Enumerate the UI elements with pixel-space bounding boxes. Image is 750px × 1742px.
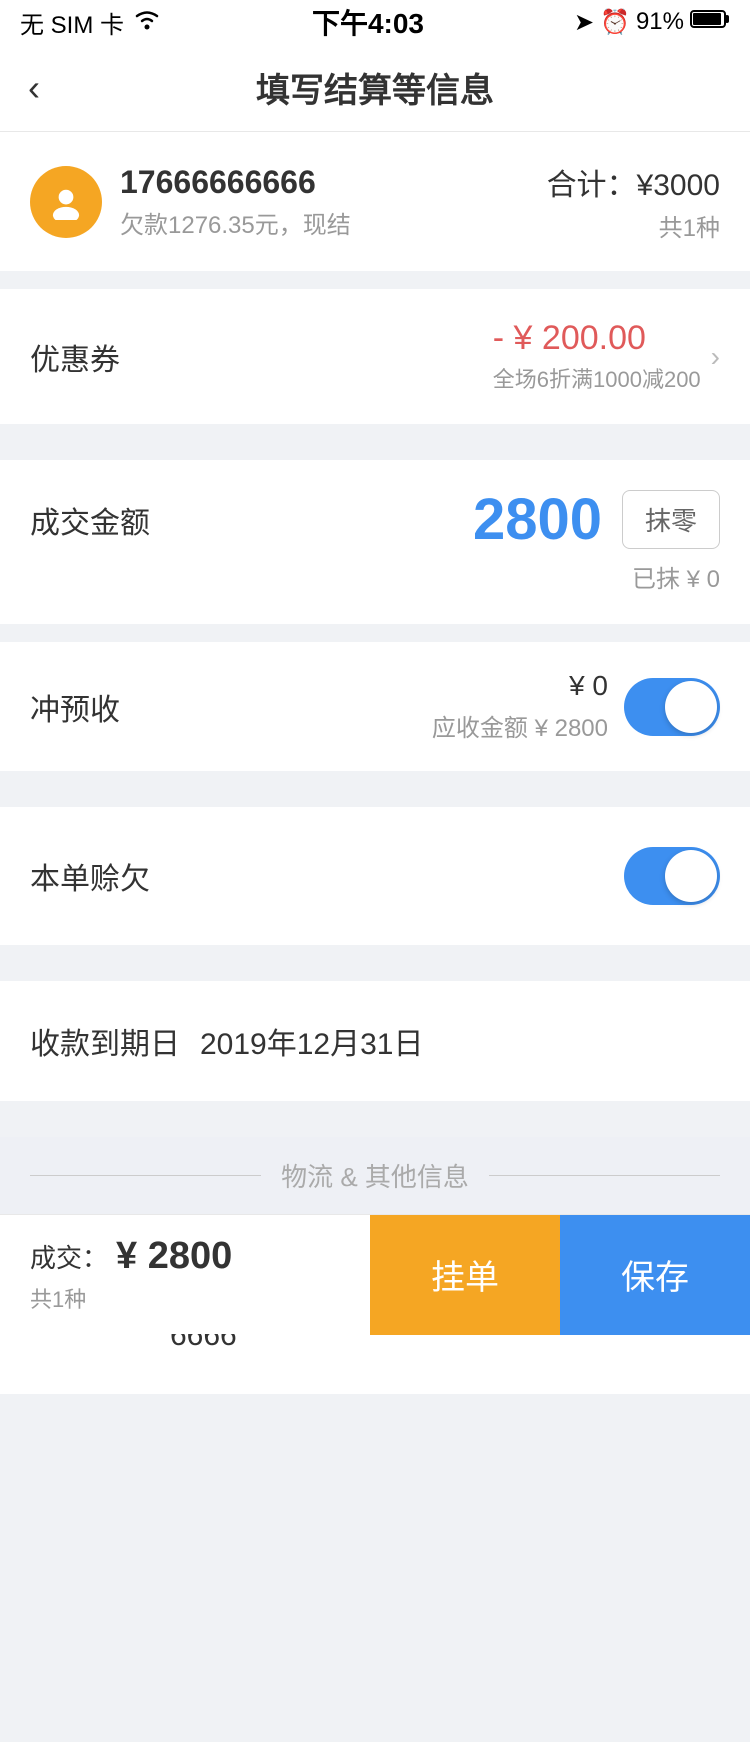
bottom-count: 共1种 [30, 1282, 340, 1314]
user-phone: 17666666666 [120, 164, 351, 201]
prepay-section: 冲预收 ¥ 0 应收金额 ¥ 2800 [0, 642, 750, 771]
amount-value: 2800 [473, 491, 602, 549]
prepay-toggle[interactable] [624, 678, 720, 736]
save-button[interactable]: 保存 [560, 1215, 750, 1335]
user-total: 合计：¥3000 [547, 160, 720, 204]
divider-1 [0, 442, 750, 460]
due-value: 2019年12月31日 [200, 1019, 423, 1063]
user-debt: 欠款1276.35元，现结 [120, 205, 351, 240]
battery-label: 91% [636, 8, 684, 36]
wifi-icon [132, 8, 162, 37]
due-date-section: 收款到期日 2019年12月31日 [0, 981, 750, 1101]
status-time: 下午4:03 [312, 2, 424, 42]
back-button[interactable]: ‹ [28, 67, 40, 109]
alarm-icon: ⏰ [600, 8, 630, 37]
coupon-section[interactable]: 优惠券 - ¥ 200.00 全场6折满1000减200 › [0, 289, 750, 424]
status-right: ➤ ⏰ 91% [574, 8, 730, 37]
debt-label: 本单赊欠 [30, 854, 150, 898]
prepay-row: 冲预收 ¥ 0 应收金额 ¥ 2800 [0, 642, 750, 771]
coupon-discount: - ¥ 200.00 [493, 319, 701, 358]
prepay-right: ¥ 0 应收金额 ¥ 2800 [432, 670, 720, 743]
user-info-section: 17666666666 欠款1276.35元，现结 合计：¥3000 共1种 [0, 132, 750, 271]
logistics-label: 物流 & 其他信息 [281, 1157, 469, 1194]
prepay-sub: 应收金额 ¥ 2800 [432, 708, 608, 743]
debt-toggle[interactable] [624, 847, 720, 905]
battery-icon [690, 8, 730, 37]
bottom-total-label: 成交： [30, 1238, 108, 1275]
debt-toggle-knob [665, 850, 717, 902]
bottom-bar: 成交： ¥ 2800 共1种 挂单 保存 [0, 1214, 750, 1334]
divider-2 [0, 789, 750, 807]
spacer [0, 1412, 750, 1612]
prepay-toggle-knob [665, 681, 717, 733]
amount-label: 成交金额 [30, 498, 150, 542]
amount-row: 成交金额 2800 抹零 [0, 460, 750, 559]
bottom-total-value: ¥ 2800 [116, 1235, 232, 1278]
amount-sub: 已抹 ¥ 0 [0, 559, 750, 624]
nav-bar: ‹ 填写结算等信息 [0, 44, 750, 132]
content: 17666666666 欠款1276.35元，现结 合计：¥3000 共1种 优… [0, 132, 750, 1742]
status-bar: 无 SIM 卡 下午4:03 ➤ ⏰ 91% [0, 0, 750, 44]
hang-button[interactable]: 挂单 [370, 1215, 560, 1335]
user-info-left: 17666666666 欠款1276.35元，现结 [30, 164, 351, 240]
user-details: 17666666666 欠款1276.35元，现结 [120, 164, 351, 240]
divider-line-right [489, 1175, 720, 1176]
bottom-total-row: 成交： ¥ 2800 [30, 1235, 340, 1278]
nav-title: 填写结算等信息 [256, 63, 494, 112]
due-label: 收款到期日 [30, 1019, 180, 1063]
sim-label: 无 SIM 卡 [20, 5, 124, 40]
prepay-value: ¥ 0 [432, 670, 608, 702]
prepay-value-block: ¥ 0 应收金额 ¥ 2800 [432, 670, 608, 743]
divider-3 [0, 963, 750, 981]
avatar [30, 166, 102, 238]
divider-line-left [30, 1175, 261, 1176]
coupon-chevron-icon: › [711, 341, 720, 373]
amount-section: 成交金额 2800 抹零 已抹 ¥ 0 [0, 460, 750, 624]
coupon-desc: 全场6折满1000减200 [493, 362, 701, 394]
logistics-divider: 物流 & 其他信息 [0, 1137, 750, 1214]
user-info-right: 合计：¥3000 共1种 [547, 160, 720, 243]
divider-4 [0, 1119, 750, 1137]
bottom-summary: 成交： ¥ 2800 共1种 [0, 1235, 370, 1314]
prepay-label: 冲预收 [30, 685, 120, 729]
user-count: 共1种 [547, 208, 720, 243]
status-left: 无 SIM 卡 [20, 5, 162, 40]
coupon-value-block: - ¥ 200.00 全场6折满1000减200 [493, 319, 701, 394]
coupon-label: 优惠券 [30, 335, 120, 379]
location-icon: ➤ [574, 8, 594, 37]
round-button[interactable]: 抹零 [622, 490, 720, 549]
amount-right: 2800 抹零 [473, 490, 720, 549]
coupon-right: - ¥ 200.00 全场6折满1000减200 › [493, 319, 720, 394]
prepay-left: 冲预收 [30, 685, 120, 729]
debt-section: 本单赊欠 [0, 807, 750, 945]
